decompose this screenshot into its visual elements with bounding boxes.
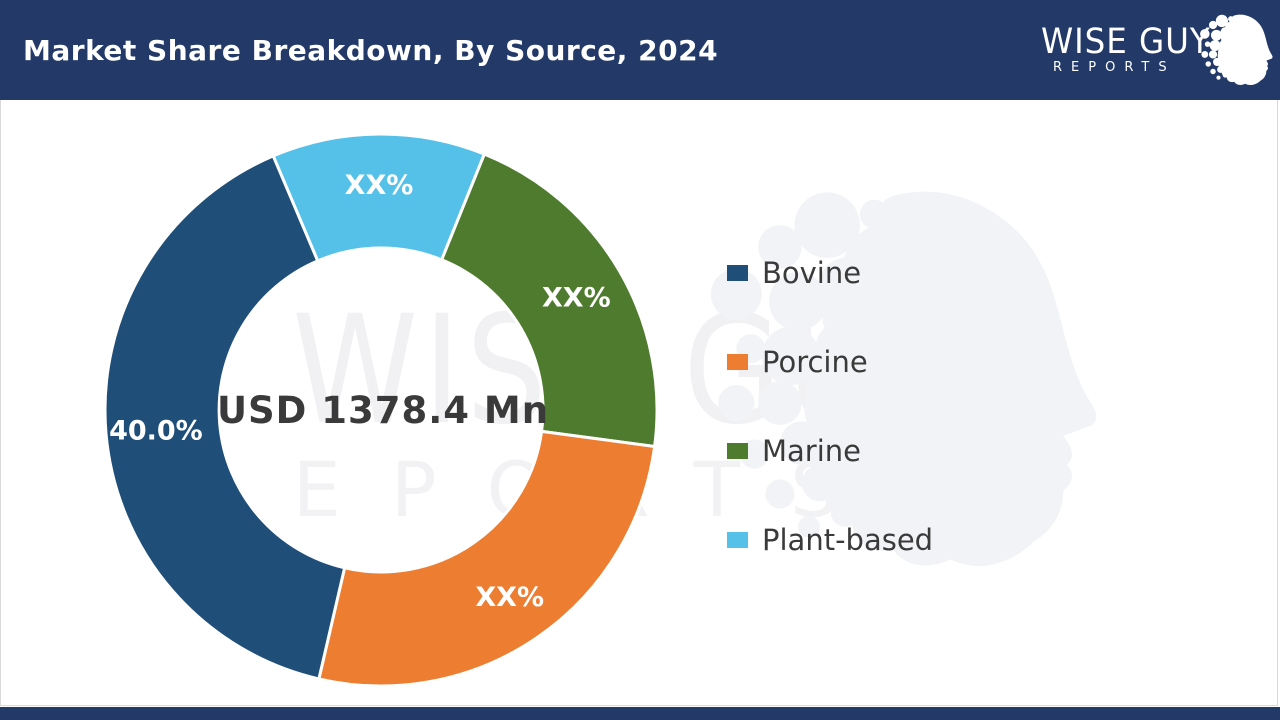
legend-item-bovine: Bovine <box>727 258 933 288</box>
chart-legend: Bovine Porcine Marine Plant-based <box>727 258 933 555</box>
donut-center-value: USD 1378.4 Mn <box>217 389 549 432</box>
legend-label-plant-based: Plant-based <box>762 522 934 557</box>
legend-item-porcine: Porcine <box>727 347 933 377</box>
wiseguy-face-logo-icon <box>1200 14 1273 86</box>
footer-bar <box>0 707 1280 720</box>
donut-segment-porcine <box>317 429 657 688</box>
legend-label-porcine: Porcine <box>762 344 868 379</box>
segment-label-marine: XX% <box>542 282 611 313</box>
segment-label-porcine: XX% <box>475 582 544 613</box>
legend-label-marine: Marine <box>762 433 861 468</box>
legend-label-bovine: Bovine <box>762 255 862 290</box>
brand-subtitle: REPORTS <box>1053 60 1176 75</box>
donut-chart: XX% XX% XX% 40.0% USD 1378.4 Mn <box>103 132 659 688</box>
legend-item-marine: Marine <box>727 436 933 466</box>
report-page: Market Share Breakdown, By Source, 2024 … <box>0 0 1280 720</box>
segment-label-plant-based: XX% <box>345 170 414 201</box>
legend-swatch-bovine <box>727 265 748 281</box>
legend-swatch-marine <box>727 443 748 459</box>
legend-swatch-plant-based <box>727 532 748 548</box>
legend-swatch-porcine <box>727 354 748 370</box>
segment-label-bovine: 40.0% <box>109 416 203 447</box>
header-bar: Market Share Breakdown, By Source, 2024 … <box>0 0 1280 100</box>
brand-wordmark: WISE GUY <box>1041 22 1211 62</box>
legend-item-plant-based: Plant-based <box>727 525 933 555</box>
page-title: Market Share Breakdown, By Source, 2024 <box>23 34 719 67</box>
